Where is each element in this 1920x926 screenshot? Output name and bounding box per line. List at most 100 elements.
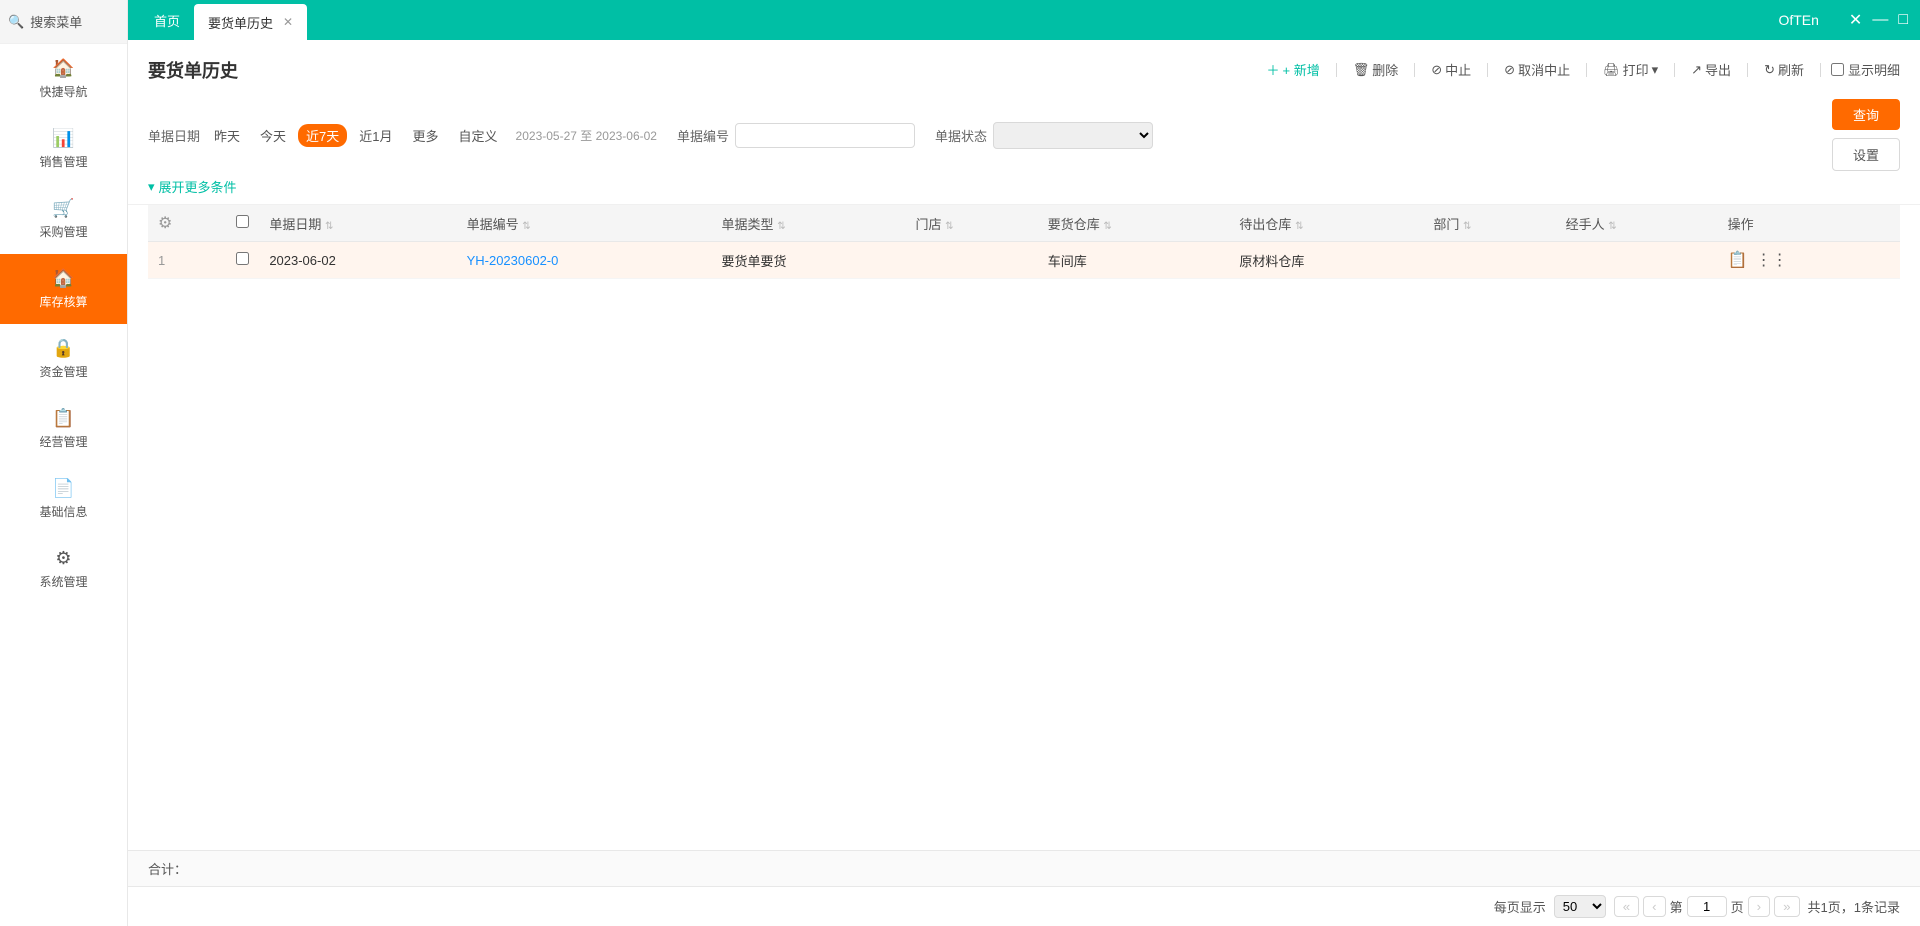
first-page-button[interactable]: « [1614,896,1639,917]
prev-page-button[interactable]: ‹ [1643,896,1665,917]
col-handler-sort[interactable]: ⇅ [1608,221,1616,232]
cell-doc-date: 2023-06-02 [259,242,456,279]
last-page-button[interactable]: » [1774,896,1799,917]
date-btn-yesterday[interactable]: 昨天 [206,124,248,147]
col-req-warehouse-sort[interactable]: ⇅ [1103,221,1111,232]
export-icon: ↗ [1691,62,1702,78]
delete-icon: 🗑 [1353,62,1370,78]
suspend-button[interactable]: ⊘ 中止 [1425,56,1477,83]
col-department-sort[interactable]: ⇅ [1463,221,1471,232]
sidebar-item-basic-label: 基础信息 [39,503,87,520]
cell-store [905,242,1037,279]
doc-no-label: 单据编号 [677,126,729,145]
col-department: 部门 ⇅ [1423,205,1555,242]
cancel-suspend-button[interactable]: ⊘ 取消中止 [1498,56,1576,83]
show-detail-checkbox-input[interactable] [1831,63,1844,76]
sidebar-item-basic[interactable]: 📄 基础信息 [0,464,127,534]
doc-no-input[interactable] [735,123,915,148]
doc-status-select[interactable] [993,122,1153,149]
sidebar-item-system[interactable]: ⚙ 系统管理 [0,534,127,604]
col-department-label: 部门 [1433,217,1459,232]
window-maximize-icon[interactable]: □ [1898,11,1908,29]
delete-label: 删除 [1372,60,1398,79]
current-page-input[interactable] [1687,896,1727,917]
row-checkbox-0[interactable] [236,252,249,265]
tab-home[interactable]: 首页 [140,0,194,40]
filter-bar: 单据日期 昨天 今天 近7天 近1月 更多 自定义 2023-05-27 至 2… [128,91,1920,205]
divider-4 [1586,63,1587,77]
show-detail-toggle[interactable]: 显示明细 [1831,60,1900,79]
sidebar-item-sales[interactable]: 📊 销售管理 [0,114,127,184]
date-btn-custom[interactable]: 自定义 [451,124,506,147]
expand-label: 展开更多条件 [159,177,237,196]
delete-button[interactable]: 🗑 删除 [1347,56,1405,83]
col-req-warehouse: 要货仓库 ⇅ [1038,205,1230,242]
print-icon: 🖨 [1603,62,1620,78]
col-doc-no-sort[interactable]: ⇅ [522,221,530,232]
main-area: 首页 要货单历史 ✕ OfTEn ✕ — □ 要货单历史 ＋ + 新增 🗑 [128,0,1920,926]
filter-doc-no: 单据编号 [677,123,915,148]
col-doc-type-sort[interactable]: ⇅ [777,221,785,232]
col-store-sort[interactable]: ⇅ [945,221,953,232]
col-actions-label: 操作 [1728,217,1754,232]
sidebar-item-quick-nav[interactable]: 🏠 快捷导航 [0,44,127,114]
col-req-warehouse-label: 要货仓库 [1048,217,1100,232]
next-page-button[interactable]: › [1748,896,1770,917]
sidebar-item-purchase[interactable]: 🛒 采购管理 [0,184,127,254]
doc-no-link-0[interactable]: YH-20230602-0 [467,253,559,268]
tab-close-icon[interactable]: ✕ [283,15,293,29]
date-btn-7days[interactable]: 近7天 [298,124,347,147]
sidebar-item-finance[interactable]: 🔒 资金管理 [0,324,127,394]
footer-total: 合计： [128,850,1920,886]
setting-button[interactable]: 设置 [1832,138,1900,171]
expand-more-button[interactable]: ▾ 展开更多条件 [148,177,1900,196]
col-doc-no-label: 单据编号 [467,217,519,232]
export-button[interactable]: ↗ 导出 [1685,56,1737,83]
sidebar-search[interactable]: 🔍 搜索菜单 [0,0,127,44]
home-icon: 🏠 [52,58,74,79]
select-all-checkbox[interactable] [236,215,249,228]
total-records-info: 共1页，1条记录 [1808,897,1900,916]
tab-requisition-history-label: 要货单历史 [208,13,273,32]
finance-icon: 🔒 [52,338,74,359]
filter-row-1: 单据日期 昨天 今天 近7天 近1月 更多 自定义 2023-05-27 至 2… [148,99,1900,171]
system-icon: ⚙ [55,548,71,569]
col-doc-type-label: 单据类型 [722,217,774,232]
per-page-select[interactable]: 50 10 20 100 [1554,895,1606,918]
date-btn-1month[interactable]: 近1月 [351,124,400,147]
table-body: 1 2023-06-02 YH-20230602-0 要货单要货 车间库 原材料… [148,242,1900,279]
row-edit-icon-0[interactable]: 📋 [1728,250,1748,270]
sales-icon: 📊 [52,128,74,149]
query-button[interactable]: 查询 [1832,99,1900,130]
row-more-icon-0[interactable]: ⋮⋮ [1756,250,1788,270]
expand-icon: ▾ [148,179,155,195]
table-header-row: ⚙ 单据日期 ⇅ 单据编号 ⇅ [148,205,1900,242]
window-minimize-icon[interactable]: — [1872,11,1888,29]
print-button[interactable]: 🖨 打印 ▾ [1597,56,1664,83]
new-button[interactable]: ＋ + 新增 [1260,56,1325,83]
filter-date: 单据日期 昨天 今天 近7天 近1月 更多 自定义 2023-05-27 至 2… [148,124,657,147]
sidebar-item-operations[interactable]: 📋 经营管理 [0,394,127,464]
sidebar-item-inventory[interactable]: 🏠 库存核算 [0,254,127,324]
operations-icon: 📋 [52,408,74,429]
refresh-button[interactable]: ↻ 刷新 [1758,56,1810,83]
date-buttons-group: 昨天 今天 近7天 近1月 更多 自定义 [206,124,506,147]
cell-doc-type: 要货单要货 [712,242,906,279]
table-row: 1 2023-06-02 YH-20230602-0 要货单要货 车间库 原材料… [148,242,1900,279]
window-close-icon[interactable]: ✕ [1849,10,1862,30]
page-title: 要货单历史 [148,57,238,83]
col-doc-date-sort[interactable]: ⇅ [325,221,333,232]
date-btn-more[interactable]: 更多 [405,124,447,147]
col-pending-warehouse-sort[interactable]: ⇅ [1295,221,1303,232]
date-filter-label: 单据日期 [148,126,200,145]
tab-requisition-history[interactable]: 要货单历史 ✕ [194,4,307,40]
col-doc-date-label: 单据日期 [269,217,321,232]
date-btn-today[interactable]: 今天 [252,124,294,147]
table-settings-icon[interactable]: ⚙ [158,215,172,232]
col-handler-label: 经手人 [1566,217,1605,232]
sidebar-search-label: 搜索菜单 [30,12,82,31]
col-store: 门店 ⇅ [905,205,1037,242]
purchase-icon: 🛒 [52,198,74,219]
cancel-suspend-icon: ⊘ [1504,62,1515,78]
col-pending-warehouse-label: 待出仓库 [1239,217,1291,232]
